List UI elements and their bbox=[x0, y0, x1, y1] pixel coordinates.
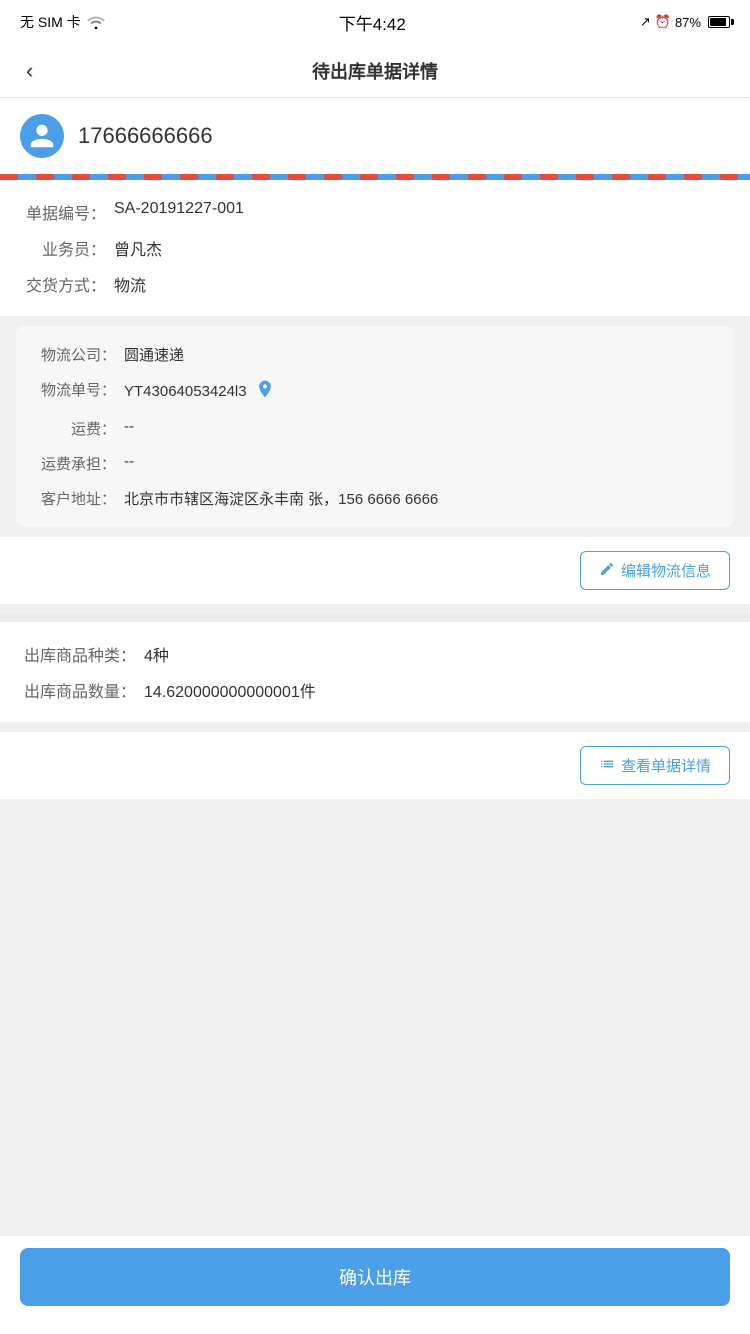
logistics-company-row: 物流公司： 圆通速递 bbox=[36, 344, 714, 365]
back-button[interactable]: ‹ bbox=[18, 50, 41, 92]
goods-quantity-label: 出库商品数量： bbox=[24, 678, 136, 702]
view-details-wrap: 查看单据详情 bbox=[0, 732, 750, 799]
user-icon bbox=[28, 122, 56, 150]
battery-percent: 87% bbox=[675, 15, 701, 30]
goods-types-label: 出库商品种类： bbox=[24, 642, 136, 666]
edit-icon bbox=[599, 561, 615, 581]
empty-space bbox=[0, 799, 750, 999]
page-content: 17666666666 单据编号： SA-20191227-001 业务员： 曾… bbox=[0, 98, 750, 1334]
goods-quantity-value: 14.620000000000001件 bbox=[144, 678, 316, 702]
customer-address-value: 北京市市辖区海淀区永丰南 张，156 6666 6666 bbox=[124, 488, 714, 509]
status-time: 下午4:42 bbox=[339, 10, 406, 35]
order-number-value: SA-20191227-001 bbox=[114, 200, 726, 218]
tracking-number-value: YT43064053424l3 bbox=[124, 379, 714, 404]
customer-address-label: 客户地址： bbox=[36, 488, 116, 509]
view-details-button[interactable]: 查看单据详情 bbox=[580, 746, 730, 785]
order-info-section: 单据编号： SA-20191227-001 业务员： 曾凡杰 交货方式： 物流 bbox=[0, 180, 750, 316]
logistics-company-value: 圆通速递 bbox=[124, 344, 714, 365]
section-divider bbox=[0, 614, 750, 622]
tracking-number-row: 物流单号： YT43064053424l3 bbox=[36, 379, 714, 404]
salesperson-row: 业务员： 曾凡杰 bbox=[24, 236, 726, 260]
freight-label: 运费： bbox=[36, 418, 116, 439]
customer-address-row: 客户地址： 北京市市辖区海淀区永丰南 张，156 6666 6666 bbox=[36, 488, 714, 509]
order-number-row: 单据编号： SA-20191227-001 bbox=[24, 200, 726, 224]
confirm-btn-wrap: 确认出库 bbox=[0, 1236, 750, 1334]
delivery-method-label: 交货方式： bbox=[24, 272, 106, 296]
edit-logistics-wrap: 编辑物流信息 bbox=[0, 537, 750, 604]
confirm-outbound-button[interactable]: 确认出库 bbox=[20, 1248, 730, 1306]
customer-avatar bbox=[20, 114, 64, 158]
page-title: 待出库单据详情 bbox=[312, 58, 438, 84]
delivery-method-value: 物流 bbox=[114, 272, 726, 296]
track-location-icon[interactable] bbox=[255, 379, 275, 404]
delivery-method-row: 交货方式： 物流 bbox=[24, 272, 726, 296]
alarm-icon: ⏰ bbox=[655, 14, 671, 30]
goods-section: 出库商品种类： 4种 出库商品数量： 14.620000000000001件 bbox=[0, 622, 750, 722]
nav-bar: ‹ 待出库单据详情 bbox=[0, 44, 750, 98]
location-status-icon: ↗ bbox=[640, 14, 651, 30]
battery-icon bbox=[708, 16, 730, 28]
status-icons: ↗ ⏰ 87% bbox=[640, 14, 730, 30]
customer-phone: 17666666666 bbox=[78, 123, 213, 149]
freight-bearer-row: 运费承担： -- bbox=[36, 453, 714, 474]
list-icon bbox=[599, 756, 615, 776]
salesperson-label: 业务员： bbox=[24, 236, 106, 260]
status-carrier: 无 SIM 卡 bbox=[20, 12, 105, 32]
logistics-card: 物流公司： 圆通速递 物流单号： YT43064053424l3 运费： -- … bbox=[16, 326, 734, 527]
freight-value: -- bbox=[124, 418, 714, 435]
wifi-icon bbox=[87, 15, 105, 29]
freight-row: 运费： -- bbox=[36, 418, 714, 439]
freight-bearer-label: 运费承担： bbox=[36, 453, 116, 474]
order-number-label: 单据编号： bbox=[24, 200, 106, 224]
logistics-company-label: 物流公司： bbox=[36, 344, 116, 365]
goods-quantity-row: 出库商品数量： 14.620000000000001件 bbox=[24, 678, 726, 702]
status-bar: 无 SIM 卡 下午4:42 ↗ ⏰ 87% bbox=[0, 0, 750, 44]
tracking-number-label: 物流单号： bbox=[36, 379, 116, 400]
customer-header: 17666666666 bbox=[0, 98, 750, 174]
goods-types-row: 出库商品种类： 4种 bbox=[24, 642, 726, 666]
freight-bearer-value: -- bbox=[124, 453, 714, 470]
edit-logistics-button[interactable]: 编辑物流信息 bbox=[580, 551, 730, 590]
goods-types-value: 4种 bbox=[144, 642, 169, 666]
salesperson-value: 曾凡杰 bbox=[114, 236, 726, 260]
